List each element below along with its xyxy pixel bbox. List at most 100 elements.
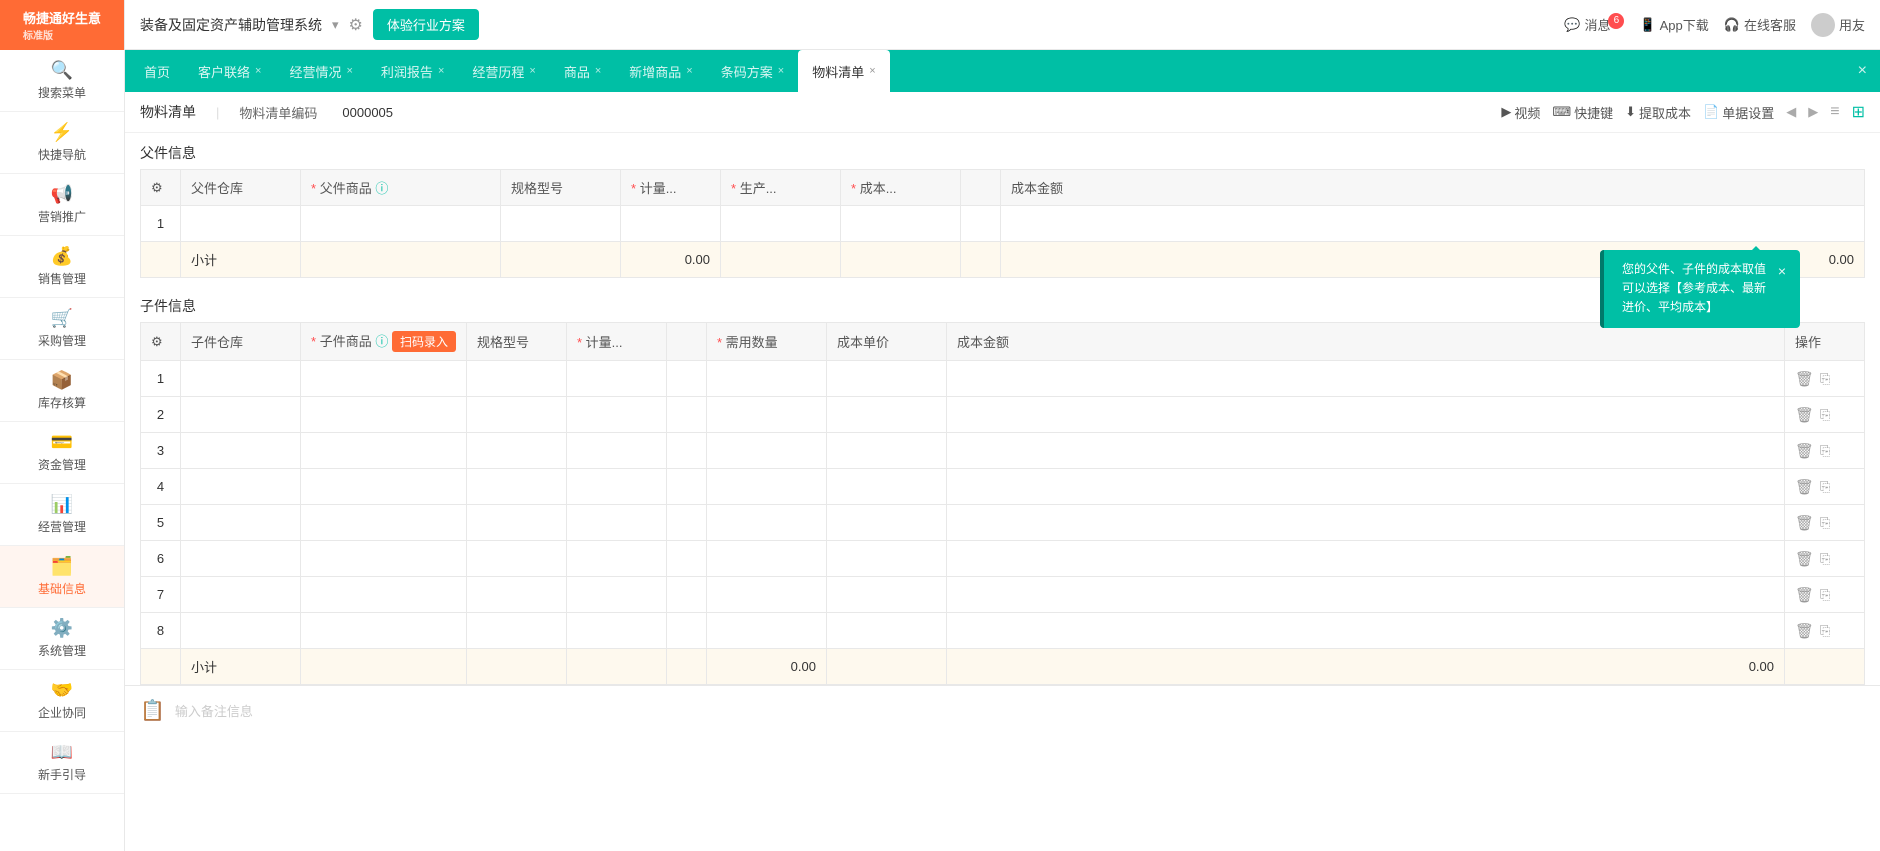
child-row-8-product[interactable] — [301, 613, 467, 649]
tab-barcode[interactable]: 条码方案 × — [707, 50, 798, 92]
child-row-2-required-qty[interactable] — [706, 397, 826, 433]
sidebar-item-basic-info[interactable]: 🗂️ 基础信息 — [0, 546, 124, 608]
child-row-1-unit-cost[interactable] — [826, 361, 946, 397]
sidebar-item-inventory[interactable]: 📦 库存核算 — [0, 360, 124, 422]
child-row-6-warehouse[interactable] — [181, 541, 301, 577]
child-row-5-quantity[interactable] — [566, 505, 666, 541]
child-row-2-unit-cost[interactable] — [826, 397, 946, 433]
copy-row-2-icon[interactable]: ⎘ — [1820, 407, 1830, 423]
child-row-1-required-qty[interactable] — [706, 361, 826, 397]
delete-row-7-icon[interactable]: 🗑 — [1795, 586, 1814, 604]
copy-row-5-icon[interactable]: ⎘ — [1820, 515, 1830, 531]
child-row-5-product[interactable] — [301, 505, 467, 541]
single-settings-btn[interactable]: 📄 单据设置 — [1703, 103, 1774, 122]
tab-close-bom[interactable]: × — [869, 65, 875, 77]
sidebar-item-system[interactable]: ⚙️ 系统管理 — [0, 608, 124, 670]
copy-row-3-icon[interactable]: ⎘ — [1820, 443, 1830, 459]
dropdown-arrow-icon[interactable]: ▾ — [332, 17, 339, 33]
tab-operations[interactable]: 经营情况 × — [275, 50, 366, 92]
tab-history[interactable]: 经营历程 × — [458, 50, 549, 92]
app-download-btn[interactable]: 📱 App下载 — [1639, 15, 1708, 34]
tab-close-history[interactable]: × — [529, 65, 535, 77]
tab-new-product[interactable]: 新增商品 × — [615, 50, 706, 92]
child-row-6-unit-cost[interactable] — [826, 541, 946, 577]
copy-row-6-icon[interactable]: ⎘ — [1820, 551, 1830, 567]
tab-close-customers[interactable]: × — [255, 65, 261, 77]
child-row-8-quantity[interactable] — [566, 613, 666, 649]
grid-view-btn[interactable]: ≡ — [1830, 103, 1839, 121]
sidebar-item-collab[interactable]: 🤝 企业协同 — [0, 670, 124, 732]
sidebar-item-marketing[interactable]: 📢 营销推广 — [0, 174, 124, 236]
sidebar-item-search[interactable]: 🔍 搜索菜单 — [0, 50, 124, 112]
child-row-1-quantity[interactable] — [566, 361, 666, 397]
child-row-2-spec[interactable] — [466, 397, 566, 433]
child-row-3-spec[interactable] — [466, 433, 566, 469]
child-row-8-spec[interactable] — [466, 613, 566, 649]
child-row-8-unit-cost[interactable] — [826, 613, 946, 649]
online-service-btn[interactable]: 🎧 在线客服 — [1724, 15, 1796, 34]
copy-row-4-icon[interactable]: ⎘ — [1820, 479, 1830, 495]
child-row-4-quantity[interactable] — [566, 469, 666, 505]
message-btn[interactable]: 💬 消息 6 — [1564, 15, 1624, 34]
delete-row-4-icon[interactable]: 🗑 — [1795, 478, 1814, 496]
child-row-6-required-qty[interactable] — [706, 541, 826, 577]
gear-settings-icon[interactable]: ⚙ — [349, 15, 363, 35]
sidebar-item-operations[interactable]: 📊 经营管理 — [0, 484, 124, 546]
child-row-3-unit-cost[interactable] — [826, 433, 946, 469]
child-row-4-unit-cost[interactable] — [826, 469, 946, 505]
sidebar-item-purchase[interactable]: 🛒 采购管理 — [0, 298, 124, 360]
child-row-5-required-qty[interactable] — [706, 505, 826, 541]
scan-input-btn[interactable]: 扫码录入 — [392, 331, 456, 352]
parent-row-1-quantity[interactable] — [621, 206, 721, 242]
child-row-6-product[interactable] — [301, 541, 467, 577]
user-btn[interactable]: 用友 — [1811, 13, 1865, 37]
extract-cost-btn[interactable]: ⬇ 提取成本 — [1625, 103, 1691, 122]
tab-close-profit[interactable]: × — [438, 65, 444, 77]
tab-close-operations[interactable]: × — [346, 65, 352, 77]
tab-products[interactable]: 商品 × — [550, 50, 615, 92]
copy-row-7-icon[interactable]: ⎘ — [1820, 587, 1830, 603]
delete-row-8-icon[interactable]: 🗑 — [1795, 622, 1814, 640]
sidebar-item-guide[interactable]: 📖 新手引导 — [0, 732, 124, 794]
view-btn[interactable]: ▶ 视频 — [1501, 103, 1540, 122]
tab-close-products[interactable]: × — [595, 65, 601, 77]
child-col-settings[interactable]: ⚙ — [141, 323, 181, 361]
sidebar-item-finance[interactable]: 💳 资金管理 — [0, 422, 124, 484]
sidebar-item-sales[interactable]: 💰 销售管理 — [0, 236, 124, 298]
child-row-6-quantity[interactable] — [566, 541, 666, 577]
sidebar-item-quick-nav[interactable]: ⚡ 快捷导航 — [0, 112, 124, 174]
copy-row-8-icon[interactable]: ⎘ — [1820, 623, 1830, 639]
tab-bom[interactable]: 物料清单 × — [798, 50, 889, 92]
child-row-7-quantity[interactable] — [566, 577, 666, 613]
child-row-3-warehouse[interactable] — [181, 433, 301, 469]
tab-profit[interactable]: 利润报告 × — [367, 50, 458, 92]
child-row-4-spec[interactable] — [466, 469, 566, 505]
shortcut-btn[interactable]: ⌨ 快捷键 — [1552, 103, 1613, 122]
child-row-4-warehouse[interactable] — [181, 469, 301, 505]
parent-row-1-spec[interactable] — [501, 206, 621, 242]
experience-btn[interactable]: 体验行业方案 — [373, 9, 479, 40]
copy-row-1-icon[interactable]: ⎘ — [1820, 371, 1830, 387]
delete-row-3-icon[interactable]: 🗑 — [1795, 442, 1814, 460]
delete-row-1-icon[interactable]: 🗑 — [1795, 370, 1814, 388]
delete-row-5-icon[interactable]: 🗑 — [1795, 514, 1814, 532]
list-view-btn[interactable]: ⊞ — [1852, 102, 1865, 122]
child-row-6-spec[interactable] — [466, 541, 566, 577]
child-row-5-warehouse[interactable] — [181, 505, 301, 541]
tab-close-new-product[interactable]: × — [686, 65, 692, 77]
tooltip-close-btn[interactable]: × — [1778, 260, 1786, 282]
child-row-8-warehouse[interactable] — [181, 613, 301, 649]
delete-row-6-icon[interactable]: 🗑 — [1795, 550, 1814, 568]
child-row-7-warehouse[interactable] — [181, 577, 301, 613]
child-row-4-required-qty[interactable] — [706, 469, 826, 505]
tab-home[interactable]: 首页 — [130, 50, 184, 92]
child-row-2-quantity[interactable] — [566, 397, 666, 433]
child-row-7-unit-cost[interactable] — [826, 577, 946, 613]
child-row-1-spec[interactable] — [466, 361, 566, 397]
child-row-2-warehouse[interactable] — [181, 397, 301, 433]
tab-close-barcode[interactable]: × — [778, 65, 784, 77]
child-row-7-spec[interactable] — [466, 577, 566, 613]
parent-row-1-production[interactable] — [721, 206, 841, 242]
child-row-5-unit-cost[interactable] — [826, 505, 946, 541]
nav-prev-btn[interactable]: ◀ — [1786, 104, 1796, 120]
